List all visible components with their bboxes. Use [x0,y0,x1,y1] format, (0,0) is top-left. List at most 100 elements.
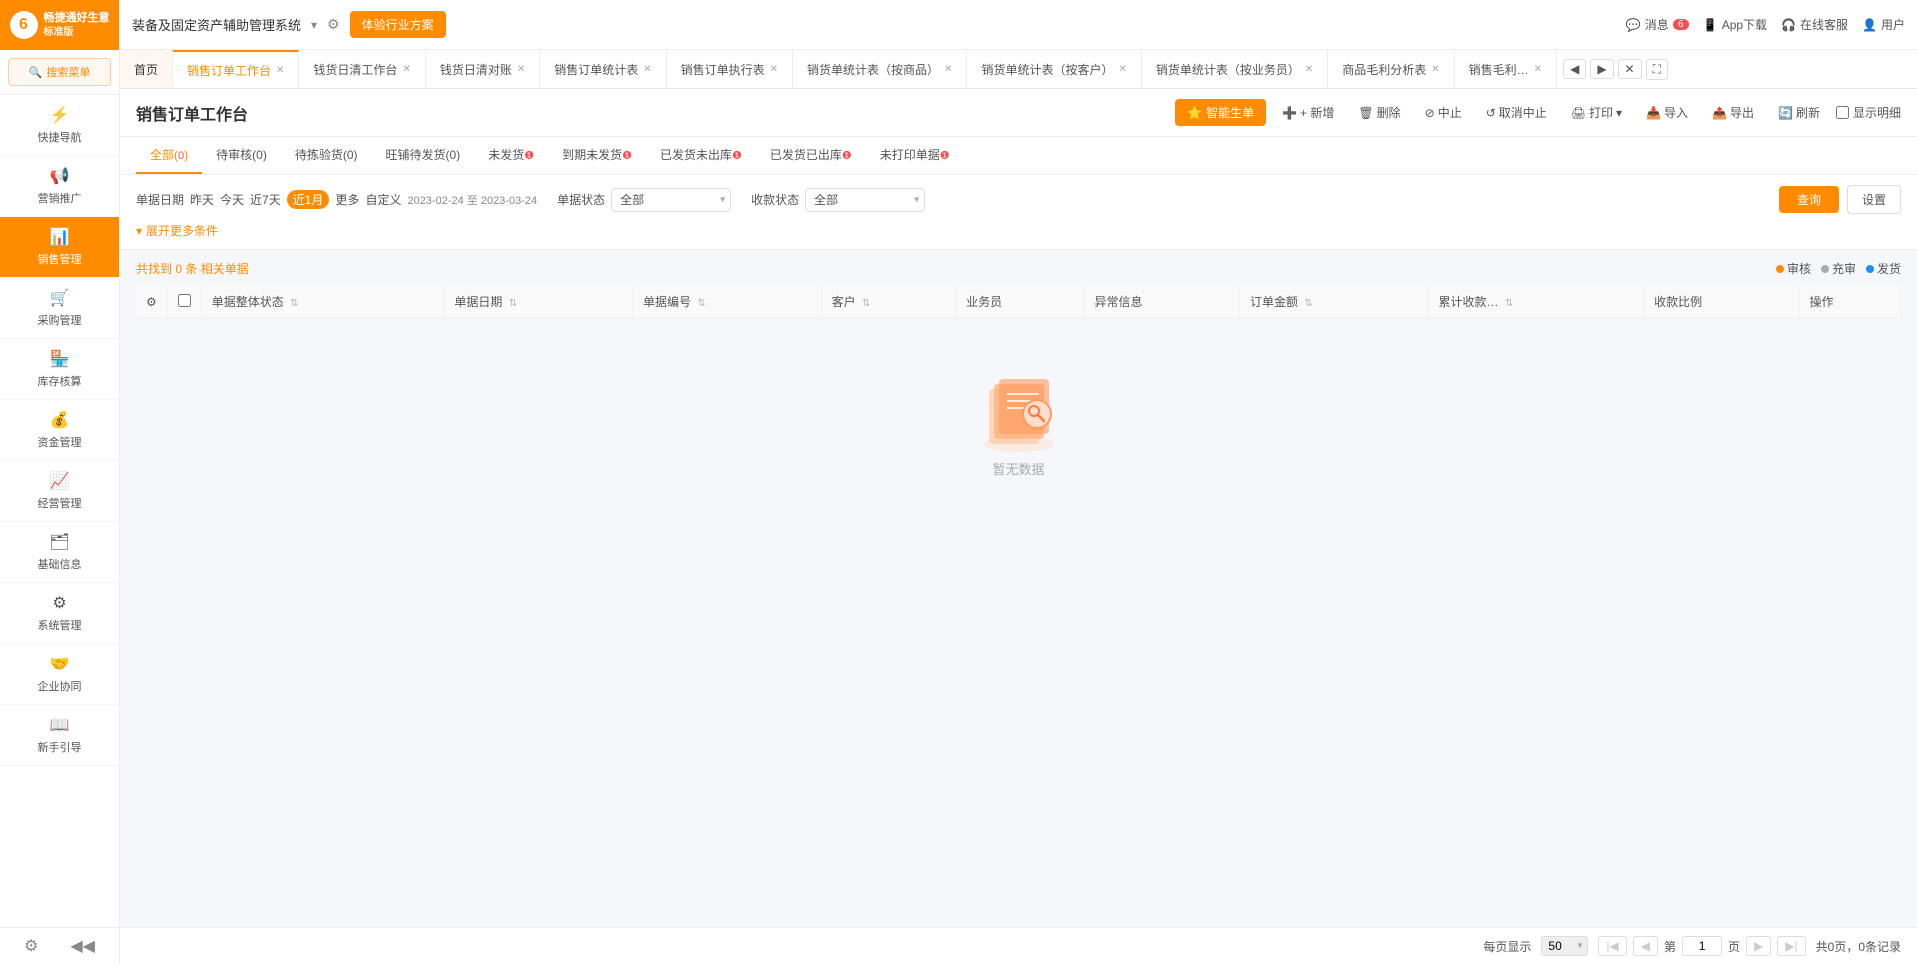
subtab-not-printed[interactable]: 未打印单据❶ [866,137,964,174]
sidebar-item-quicknav[interactable]: ⚡ 快捷导航 [0,95,119,156]
sidebar-item-marketing[interactable]: 📢 营销推广 [0,156,119,217]
cancel-suspend-button[interactable]: ↺ 取消中止 [1478,100,1555,125]
tab-close-sales-by-customer[interactable]: ✕ [1118,64,1126,75]
tab-sales-order-workbench[interactable]: 销售订单工作台 ✕ [173,50,299,88]
subtab-wangpu-ship[interactable]: 旺铺待发货(0) [372,137,475,174]
show-detail-label[interactable]: 显示明细 [1836,104,1901,121]
prev-page-button[interactable]: ◀ [1633,936,1658,956]
content-area: 销售订单工作台 ⭐ 智能生单 ➕ + 新增 🗑 删除 ⊘ 中止 [120,89,1917,964]
subtab-shipped-not-out[interactable]: 已发货未出库❶ [646,137,756,174]
tab-close-order-exec[interactable]: ✕ [770,64,778,75]
empty-image [969,359,1069,459]
tab-order-stats[interactable]: 销售订单统计表 ✕ [540,50,666,88]
payment-select[interactable]: 全部 [805,188,925,212]
page-number-input[interactable] [1682,936,1722,956]
tab-close-margin-analysis[interactable]: ✕ [1431,64,1439,75]
online-service-item[interactable]: 🎧 在线客服 [1781,16,1848,33]
refresh-icon: 🔄 [1778,106,1793,120]
subtab-pending-inspect[interactable]: 待拣验货(0) [281,137,372,174]
last-page-button[interactable]: ▶| [1777,936,1805,956]
import-button[interactable]: 📥 导入 [1638,100,1696,125]
sort-date-icon[interactable]: ⇅ [509,298,517,309]
table-settings-icon[interactable]: ⚙ [146,295,157,309]
sidebar-item-finance[interactable]: 💰 资金管理 [0,400,119,461]
user-item[interactable]: 👤 用户 [1862,16,1905,33]
show-detail-checkbox[interactable] [1836,106,1849,119]
page-size-select[interactable]: 50 100 [1541,936,1588,956]
date-7days[interactable]: 近7天 [250,191,281,208]
col-status: 单据整体状态 ⇅ [201,285,444,319]
sidebar-item-system[interactable]: ⚙ 系统管理 [0,583,119,644]
first-page-button[interactable]: |◀ [1598,936,1626,956]
result-number: 0 [175,262,182,276]
tab-close-sales-margin[interactable]: ✕ [1534,64,1542,75]
date-1month[interactable]: 近1月 [287,190,330,209]
delete-button[interactable]: 🗑 删除 [1350,100,1408,125]
sort-customer-icon[interactable]: ⇅ [862,298,870,309]
sort-amount-icon[interactable]: ⇅ [1304,298,1312,309]
date-more[interactable]: 更多 [335,191,359,208]
tab-sales-margin[interactable]: 销售毛利… ✕ [1455,50,1557,88]
tab-maximize-button[interactable]: ⛶ [1646,59,1668,80]
tab-close-sales-by-staff[interactable]: ✕ [1305,64,1313,75]
export-button[interactable]: 📤 导出 [1704,100,1762,125]
sidebar-item-operations[interactable]: 📈 经营管理 [0,461,119,522]
select-all-checkbox[interactable] [178,294,191,307]
status-select[interactable]: 全部 [611,188,731,212]
ship-action-btn[interactable]: 发货 [1866,260,1901,277]
tab-reconciliation[interactable]: 钱货日清对账 ✕ [426,50,540,88]
date-today[interactable]: 今天 [220,191,244,208]
revoke-action-btn[interactable]: 充审 [1821,260,1856,277]
tab-sales-by-staff[interactable]: 销货单统计表（按业务员） ✕ [1142,50,1328,88]
tab-close-sales-order[interactable]: ✕ [276,65,284,76]
topbar-gear-icon[interactable]: ⚙ [327,16,340,33]
sort-status-icon[interactable]: ⇅ [290,298,298,309]
subtab-all[interactable]: 全部(0) [136,137,202,174]
message-item[interactable]: 💬 消息 6 [1626,16,1689,33]
sidebar-item-guide[interactable]: 📖 新手引导 [0,705,119,766]
sort-received-icon[interactable]: ⇅ [1505,298,1513,309]
sidebar-settings-button[interactable]: ⚙ [24,936,38,956]
sidebar-collapse-button[interactable]: ◀◀ [70,936,95,956]
sidebar-item-corp[interactable]: 🤝 企业协同 [0,644,119,705]
tab-sales-by-customer[interactable]: 销货单统计表（按客户） ✕ [967,50,1141,88]
tab-next-button[interactable]: ▶ [1590,59,1613,79]
tab-close-all-button[interactable]: ✕ [1618,59,1642,79]
add-button[interactable]: ➕ + 新增 [1274,100,1342,125]
tab-home[interactable]: 首页 [120,50,173,88]
tab-order-exec[interactable]: 销售订单执行表 ✕ [667,50,793,88]
search-menu-button[interactable]: 🔍 搜索菜单 [8,58,111,86]
set-button[interactable]: 设置 [1847,185,1901,214]
smart-generate-button[interactable]: ⭐ 智能生单 [1175,99,1266,126]
solution-button[interactable]: 体验行业方案 [350,11,446,38]
tab-sales-by-product[interactable]: 销货单统计表（按商品） ✕ [793,50,967,88]
refresh-button[interactable]: 🔄 刷新 [1770,100,1828,125]
tab-close-reconciliation[interactable]: ✕ [517,64,525,75]
sidebar-item-sales[interactable]: 📊 销售管理 [0,217,119,278]
tab-daily-clear[interactable]: 钱货日清工作台 ✕ [299,50,425,88]
sidebar-item-purchase[interactable]: 🛒 采购管理 [0,278,119,339]
tab-close-sales-by-product[interactable]: ✕ [944,64,952,75]
query-button[interactable]: 查询 [1779,186,1839,213]
date-custom[interactable]: 自定义 [365,191,401,208]
date-range-display: 2023-02-24 至 2023-03-24 [407,192,537,208]
tab-close-daily-clear[interactable]: ✕ [402,64,410,75]
subtab-not-shipped[interactable]: 未发货❶ [474,137,548,174]
sidebar-item-basic[interactable]: 🗂 基础信息 [0,522,119,583]
app-download-item[interactable]: 📱 App下载 [1703,16,1767,33]
subtab-shipped-out[interactable]: 已发货已出库❶ [756,137,866,174]
expand-filter-button[interactable]: ▾ 展开更多条件 [136,222,218,239]
tab-prev-button[interactable]: ◀ [1563,59,1586,79]
subtab-pending-audit[interactable]: 待审核(0) [202,137,281,174]
tab-close-order-stats[interactable]: ✕ [643,64,651,75]
tab-margin-analysis[interactable]: 商品毛利分析表 ✕ [1328,50,1454,88]
suspend-button[interactable]: ⊘ 中止 [1417,100,1470,125]
date-yesterday[interactable]: 昨天 [190,191,214,208]
audit-action-btn[interactable]: 审核 [1776,260,1811,277]
subtab-overdue-ship[interactable]: 到期未发货❶ [548,137,646,174]
next-page-button[interactable]: ▶ [1746,936,1771,956]
sort-number-icon[interactable]: ⇅ [697,298,705,309]
system-dropdown-arrow[interactable]: ▾ [311,18,317,32]
sidebar-item-inventory[interactable]: 🏪 库存核算 [0,339,119,400]
print-button[interactable]: 🖨 打印 ▾ [1563,100,1630,125]
